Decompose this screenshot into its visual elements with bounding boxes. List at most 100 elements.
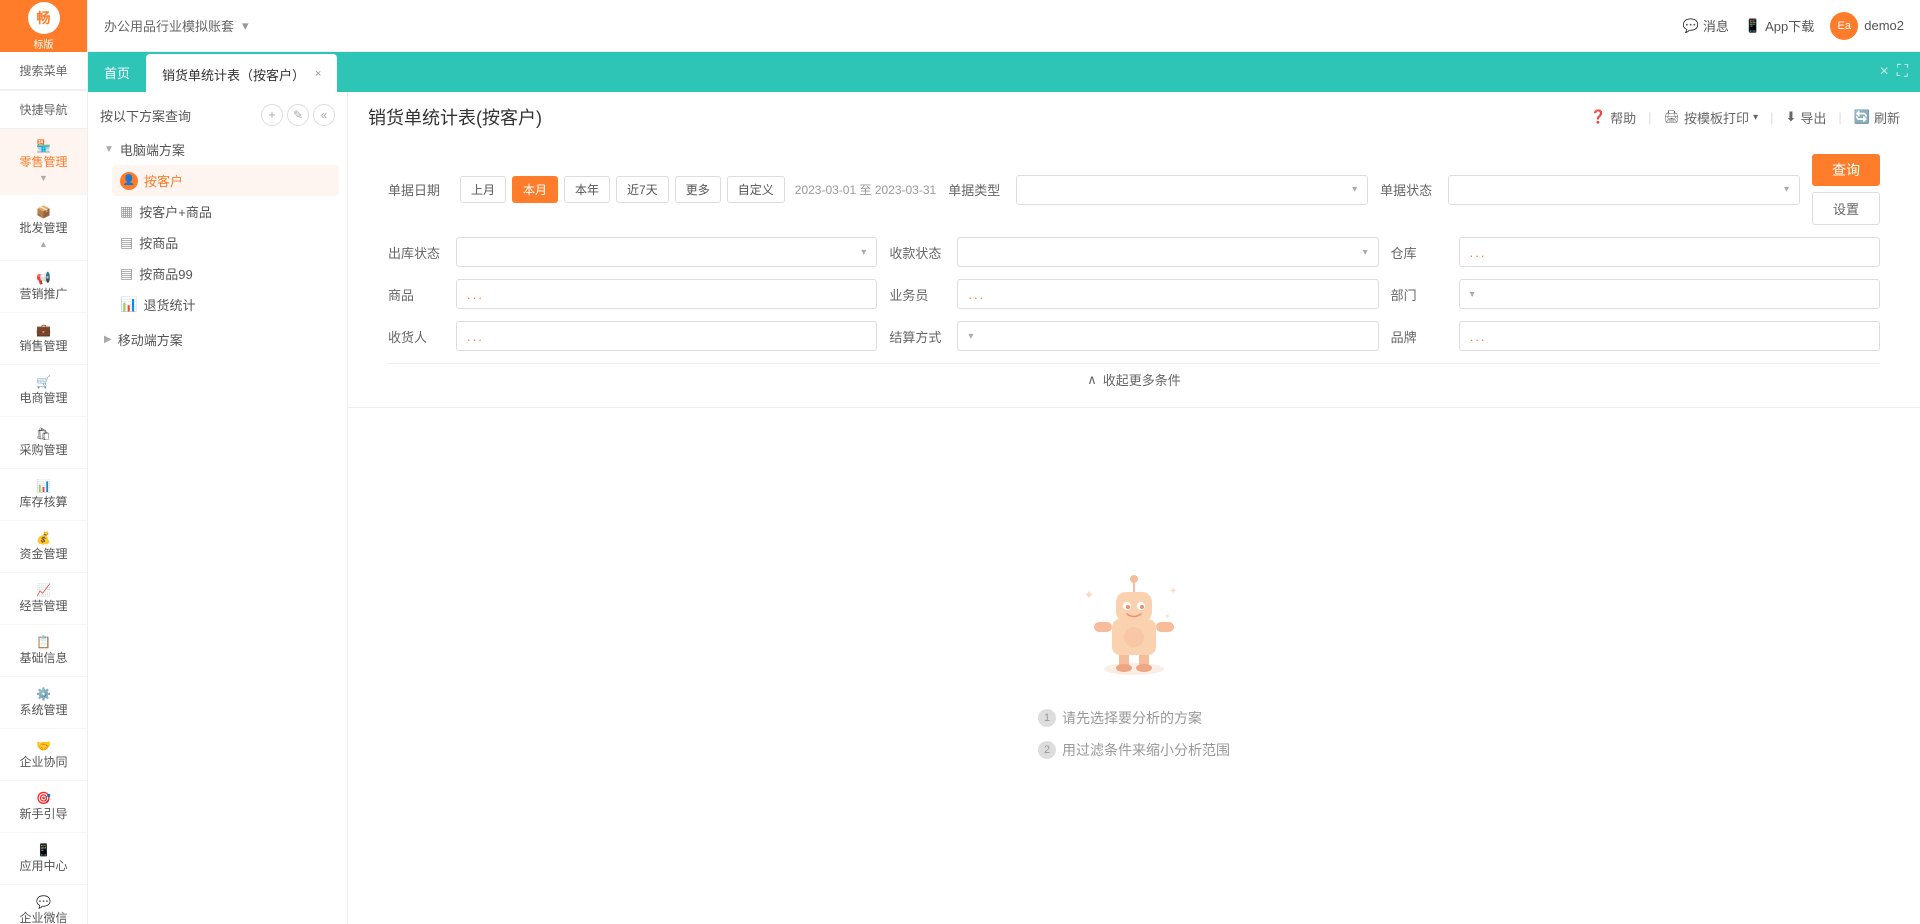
sidebar-item-wechat[interactable]: 💬 企业微信 — [0, 885, 87, 924]
tree-group-desktop: ▼ 电脑端方案 👤 按客户 ▦ 按客户+商品 ▤ — [96, 134, 339, 320]
order-status-filter: 单据状态 ▾ — [1380, 175, 1800, 205]
header-dropdown-icon[interactable]: ▾ — [242, 18, 249, 34]
out-status-select[interactable]: ▾ — [456, 237, 877, 267]
warehouse-dots: ... — [1470, 245, 1487, 260]
tree-item-by-product99[interactable]: ▤ 按商品99 — [112, 258, 339, 289]
tip2-text: 用过滤条件来缩小分析范围 — [1062, 736, 1230, 764]
tab-close-icon[interactable]: × — [315, 68, 321, 80]
template-print-label: 按模板打印 — [1684, 108, 1749, 127]
warehouse-select[interactable]: ... — [1459, 237, 1880, 267]
receiver-select[interactable]: ... — [456, 321, 877, 351]
settings-button[interactable]: 设置 — [1812, 192, 1880, 225]
sidebar: 畅 标版 搜索菜单 快捷导航 🏪 零售管理 ▼ 📦 批发管理 ▲ 📢 营销推广 … — [0, 0, 88, 924]
tree-group-desktop-header[interactable]: ▼ 电脑端方案 — [96, 134, 339, 165]
sidebar-item-ecom[interactable]: 🛒 电商管理 — [0, 365, 87, 417]
sidebar-item-appcenter[interactable]: 📱 应用中心 — [0, 833, 87, 885]
date-btn-last-month[interactable]: 上月 — [460, 176, 506, 203]
left-panel-actions: + ✎ « — [261, 104, 335, 126]
sidebar-item-sales[interactable]: 💼 销售管理 — [0, 313, 87, 365]
help-btn[interactable]: ❓ 帮助 — [1590, 108, 1636, 127]
sidebar-item-system[interactable]: ⚙️ 系统管理 — [0, 677, 87, 729]
sidebar-item-operation[interactable]: 📈 经营管理 — [0, 573, 87, 625]
out-status-filter: 出库状态 ▾ — [388, 237, 877, 267]
sidebar-item-enterprise[interactable]: 🤝 企业协同 — [0, 729, 87, 781]
sidebar-item-finance[interactable]: 💰 资金管理 — [0, 521, 87, 573]
tip2-num: 2 — [1038, 741, 1056, 759]
app-download-btn[interactable]: 📱 App下载 — [1745, 16, 1814, 35]
empty-tip-2: 2 用过滤条件来缩小分析范围 — [1038, 736, 1230, 764]
date-btn-this-year[interactable]: 本年 — [564, 176, 610, 203]
filter-row-3: 商品 ... 业务员 ... 部门 — [388, 279, 1880, 309]
search-menu-label[interactable]: 搜索菜单 — [8, 62, 79, 79]
sidebar-item-marketing[interactable]: 📢 营销推广 — [0, 261, 87, 313]
order-type-select[interactable]: ▾ — [1016, 175, 1368, 205]
wholesale-icon: 📦 — [4, 205, 83, 219]
wholesale-label: 批发管理 — [4, 219, 83, 236]
brand-select[interactable]: ... — [1459, 321, 1880, 351]
print-icon: 🖨 — [1664, 109, 1681, 125]
quicknav-area[interactable]: 快捷导航 — [0, 90, 87, 129]
department-select[interactable]: ▾ — [1459, 279, 1880, 309]
payment-status-arrow: ▾ — [1363, 247, 1368, 258]
date-btn-more[interactable]: 更多 — [675, 176, 721, 203]
sidebar-item-newbie[interactable]: 🎯 新手引导 — [0, 781, 87, 833]
tab-minimize-icon[interactable]: × — [1879, 63, 1888, 81]
tab-maximize-icon[interactable]: ⛶ — [1897, 63, 1908, 81]
tree-children-desktop: 👤 按客户 ▦ 按客户+商品 ▤ 按商品 ▤ — [96, 165, 339, 320]
goods-select[interactable]: ... — [456, 279, 877, 309]
sidebar-nav: 🏪 零售管理 ▼ 📦 批发管理 ▲ 📢 营销推广 💼 销售管理 🛒 电商管理 🛍… — [0, 129, 87, 924]
order-status-select[interactable]: ▾ — [1448, 175, 1800, 205]
quicknav-label[interactable]: 快捷导航 — [8, 101, 79, 118]
query-button[interactable]: 查询 — [1812, 154, 1880, 186]
payment-status-label: 收款状态 — [889, 243, 949, 262]
tab-active-label: 销货单统计表（按客户） — [162, 65, 305, 84]
payment-status-select[interactable]: ▾ — [957, 237, 1378, 267]
order-status-arrow: ▾ — [1784, 184, 1789, 195]
user-area[interactable]: Ea demo2 — [1830, 12, 1904, 40]
sidebar-item-purchase[interactable]: 🛍 采购管理 — [0, 417, 87, 469]
date-btn-7days[interactable]: 近7天 — [616, 176, 669, 203]
tree-item-by-customer-product[interactable]: ▦ 按客户+商品 — [112, 196, 339, 227]
message-btn[interactable]: 💬 消息 — [1683, 16, 1729, 35]
empty-illustration: ✦ ✦ ✦ — [1074, 564, 1194, 684]
tree-item-return-stats[interactable]: 📊 退货统计 — [112, 289, 339, 320]
operation-label: 经营管理 — [4, 597, 83, 614]
date-btn-this-month[interactable]: 本月 — [512, 176, 558, 203]
logo-area: 畅 标版 — [0, 0, 87, 52]
salesperson-select[interactable]: ... — [957, 279, 1378, 309]
tab-home[interactable]: 首页 — [88, 52, 146, 92]
sidebar-item-base[interactable]: 📋 基础信息 — [0, 625, 87, 677]
svg-text:✦: ✦ — [1169, 586, 1177, 597]
system-label: 系统管理 — [4, 701, 83, 718]
sidebar-item-inventory[interactable]: 📊 库存核算 — [0, 469, 87, 521]
tree-item-by-customer[interactable]: 👤 按客户 — [112, 165, 339, 196]
tree-group-mobile: ▶ 移动端方案 — [96, 324, 339, 355]
help-label: 帮助 — [1610, 108, 1636, 127]
refresh-btn[interactable]: 🔄 刷新 — [1854, 108, 1900, 127]
export-btn[interactable]: ⬇ 导出 — [1785, 108, 1826, 127]
settlement-select[interactable]: ▾ — [957, 321, 1378, 351]
app-icon: 📱 — [1745, 18, 1761, 34]
add-scheme-btn[interactable]: + — [261, 104, 283, 126]
tree-group-mobile-header[interactable]: ▶ 移动端方案 — [96, 324, 339, 355]
receiver-dots: ... — [467, 329, 484, 344]
sales-label: 销售管理 — [4, 337, 83, 354]
tree-item-by-product[interactable]: ▤ 按商品 — [112, 227, 339, 258]
retail-icon: 🏪 — [4, 139, 83, 153]
sidebar-item-retail[interactable]: 🏪 零售管理 ▼ — [0, 129, 87, 195]
settlement-label: 结算方式 — [889, 327, 949, 346]
sidebar-item-wholesale[interactable]: 📦 批发管理 ▲ — [0, 195, 87, 261]
tree-arrow-desktop: ▼ — [104, 144, 114, 155]
date-btn-custom[interactable]: 自定义 — [727, 176, 785, 203]
retail-label: 零售管理 — [4, 153, 83, 170]
filter-row-1: 单据日期 上月 本月 本年 近7天 更多 自定义 2023-03-01 至 20… — [388, 154, 1880, 225]
empty-tip-1: 1 请先选择要分析的方案 — [1038, 704, 1230, 732]
collapse-panel-btn[interactable]: « — [313, 104, 335, 126]
template-print-btn[interactable]: 🖨 按模板打印 ▾ — [1664, 108, 1759, 127]
edit-scheme-btn[interactable]: ✎ — [287, 104, 309, 126]
collapse-filters-btn[interactable]: ∧ 收起更多条件 — [388, 363, 1880, 395]
tree-section: ▼ 电脑端方案 👤 按客户 ▦ 按客户+商品 ▤ — [88, 134, 347, 355]
header-title: 办公用品行业模拟账套 — [104, 16, 234, 35]
tab-active[interactable]: 销货单统计表（按客户） × — [146, 54, 337, 94]
sidebar-search[interactable]: 搜索菜单 — [0, 52, 87, 90]
